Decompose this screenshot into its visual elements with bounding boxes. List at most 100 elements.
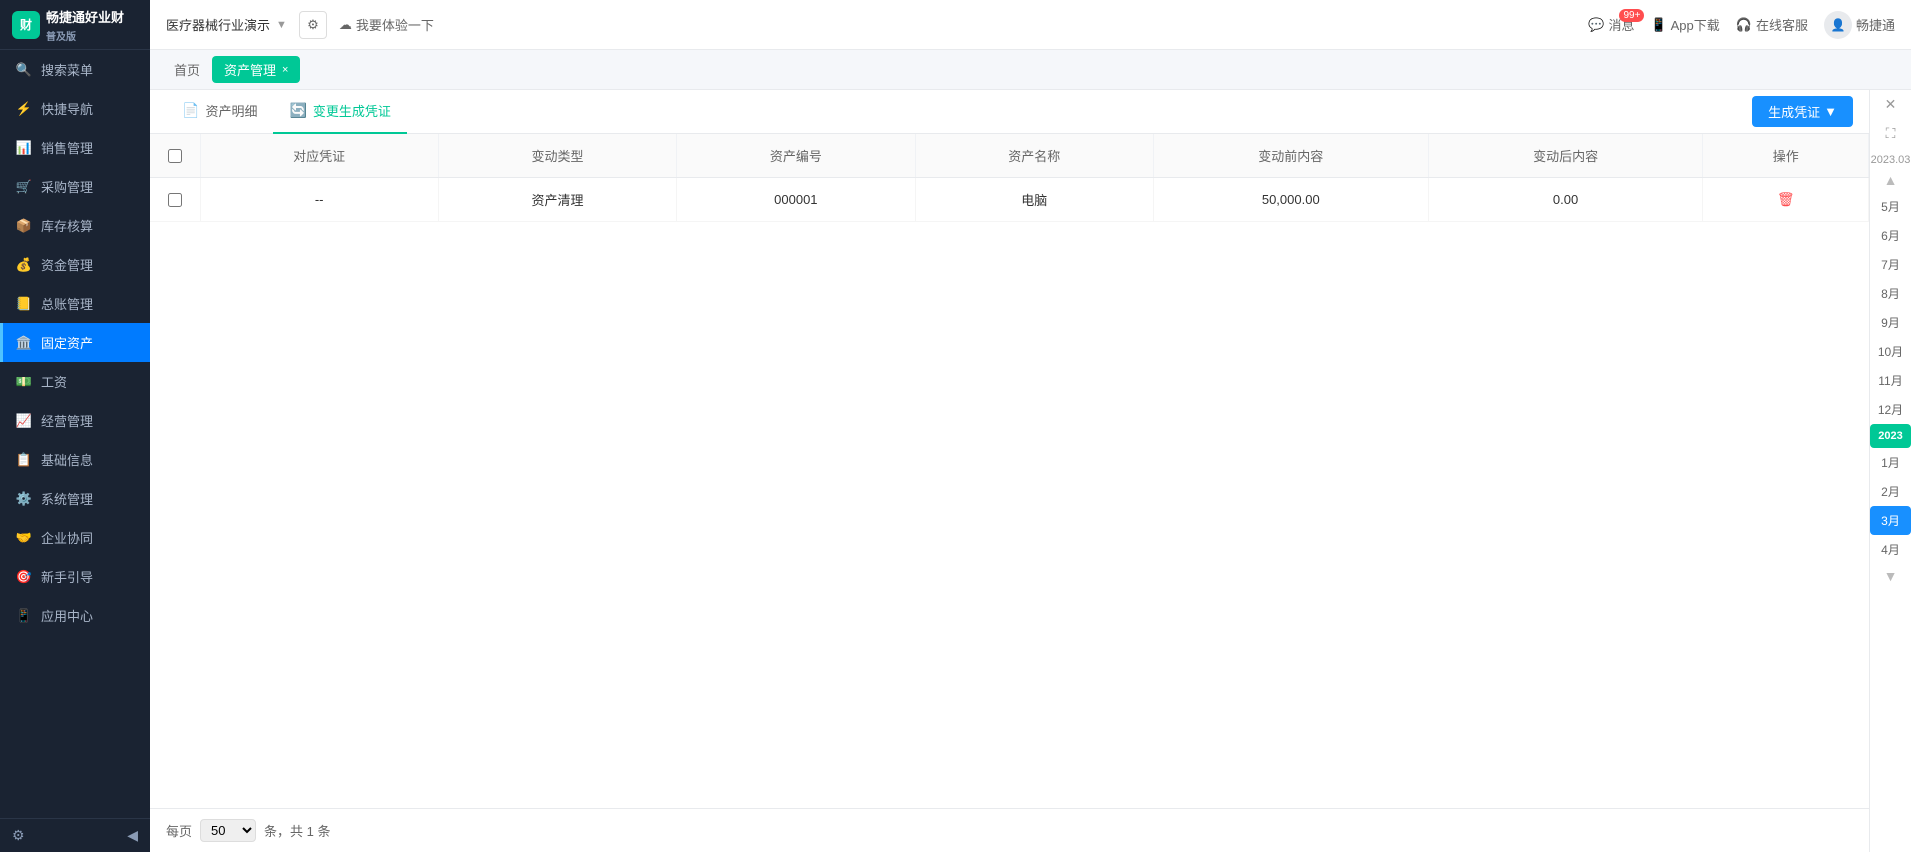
sales-icon: 📊 <box>15 140 33 156</box>
management-icon: 📈 <box>15 413 33 429</box>
sidebar-bottom: ⚙ ◀ <box>0 818 150 852</box>
sidebar-item-enterprise[interactable]: 🤝 企业协同 <box>0 518 150 557</box>
sidebar-item-label: 经营管理 <box>41 411 93 430</box>
messages-button[interactable]: 💬 消息 99+ <box>1588 15 1634 34</box>
search-icon: 🔍 <box>15 62 33 78</box>
select-all-checkbox[interactable] <box>168 149 182 163</box>
year-tag[interactable]: 2023 <box>1870 424 1911 448</box>
row-checkbox[interactable] <box>168 193 182 207</box>
user-menu[interactable]: 👤 畅捷通 <box>1824 11 1895 39</box>
feedback-button[interactable]: ☁ 我要体验一下 <box>339 15 434 34</box>
month-7[interactable]: 7月 <box>1870 250 1911 279</box>
sidebar-item-label: 工资 <box>41 372 67 391</box>
settings-bottom-icon[interactable]: ⚙ <box>12 827 25 844</box>
headset-icon: 🎧 <box>1736 17 1752 33</box>
sidebar-item-search[interactable]: 🔍 搜索菜单 <box>0 50 150 89</box>
tab-asset-management[interactable]: 资产管理 × <box>212 56 300 83</box>
per-page-select[interactable]: 50 10 20 100 <box>200 819 256 842</box>
company-selector[interactable]: 医疗器械行业演示 ▼ <box>166 15 287 34</box>
month-11[interactable]: 11月 <box>1870 366 1911 395</box>
panel-close-button[interactable]: ✕ <box>1870 90 1911 119</box>
td-operation: 🗑 <box>1703 178 1869 222</box>
sidebar-item-label: 资金管理 <box>41 255 93 274</box>
th-change-type: 变动类型 <box>438 134 676 178</box>
feedback-label: 我要体验一下 <box>356 15 434 34</box>
sidebar-item-label: 固定资产 <box>41 333 93 352</box>
gear-icon: ⚙ <box>307 17 319 33</box>
sidebar-item-funds[interactable]: 💰 资金管理 <box>0 245 150 284</box>
month-1[interactable]: 1月 <box>1870 448 1911 477</box>
sidebar-item-label: 系统管理 <box>41 489 93 508</box>
table-header-row: 对应凭证 变动类型 资产编号 资产名称 变动前内容 变动后内容 操作 <box>150 134 1869 178</box>
sidebar-item-fixed-assets[interactable]: 🏛️ 固定资产 <box>0 323 150 362</box>
month-12[interactable]: 12月 <box>1870 395 1911 424</box>
th-voucher: 对应凭证 <box>200 134 438 178</box>
phone-icon: 📱 <box>1650 17 1666 33</box>
generate-btn-label: 生成凭证 <box>1768 102 1820 121</box>
month-6[interactable]: 6月 <box>1870 221 1911 250</box>
td-change-type: 资产清理 <box>438 178 676 222</box>
basic-info-icon: 📋 <box>15 452 33 468</box>
main-area: 医疗器械行业演示 ▼ ⚙ ☁ 我要体验一下 💬 消息 99+ 📱 App下载 🎧… <box>150 0 1911 852</box>
collapse-icon[interactable]: ◀ <box>127 827 138 844</box>
sidebar-item-sales[interactable]: 📊 销售管理 <box>0 128 150 167</box>
sub-tab-label: 变更生成凭证 <box>313 101 391 120</box>
th-asset-name: 资产名称 <box>915 134 1153 178</box>
header-right: 💬 消息 99+ 📱 App下载 🎧 在线客服 👤 畅捷通 <box>1588 11 1895 39</box>
th-after-change: 变动后内容 <box>1428 134 1703 178</box>
sidebar-item-app-center[interactable]: 📱 应用中心 <box>0 596 150 635</box>
scroll-down-button[interactable]: ▼ <box>1870 564 1911 588</box>
settings-button[interactable]: ⚙ <box>299 11 327 39</box>
logo-title: 畅捷通好业财 <box>46 7 124 26</box>
sidebar-item-label: 基础信息 <box>41 450 93 469</box>
generate-voucher-button[interactable]: 生成凭证 ▼ <box>1752 96 1853 127</box>
td-after-change: 0.00 <box>1428 178 1703 222</box>
customer-service-label: 在线客服 <box>1756 15 1808 34</box>
tab-generate-voucher[interactable]: 🔄 变更生成凭证 <box>273 90 406 134</box>
sidebar-item-payroll[interactable]: 💵 工资 <box>0 362 150 401</box>
sidebar-item-purchase[interactable]: 🛒 采购管理 <box>0 167 150 206</box>
sidebar-item-inventory[interactable]: 📦 库存核算 <box>0 206 150 245</box>
sidebar-item-system[interactable]: ⚙️ 系统管理 <box>0 479 150 518</box>
payroll-icon: 💵 <box>15 374 33 390</box>
tab-asset-detail[interactable]: 📄 资产明细 <box>166 90 273 134</box>
inventory-icon: 📦 <box>15 218 33 234</box>
sub-tab-label: 资产明细 <box>205 101 257 120</box>
pagination: 每页 50 10 20 100 条，共 1 条 <box>150 808 1869 852</box>
month-4[interactable]: 4月 <box>1870 535 1911 564</box>
month-5[interactable]: 5月 <box>1870 192 1911 221</box>
month-8[interactable]: 8月 <box>1870 279 1911 308</box>
scroll-up-button[interactable]: ▲ <box>1870 168 1911 192</box>
per-page-label: 每页 <box>166 821 192 840</box>
month-3[interactable]: 3月 <box>1870 506 1911 535</box>
sidebar-item-guide[interactable]: 🎯 新手引导 <box>0 557 150 596</box>
sidebar-item-management[interactable]: 📈 经营管理 <box>0 401 150 440</box>
customer-service-button[interactable]: 🎧 在线客服 <box>1736 15 1808 34</box>
month-10[interactable]: 10月 <box>1870 337 1911 366</box>
logo-text-wrapper: 畅捷通好业财 普及版 <box>46 7 124 43</box>
td-before-change: 50,000.00 <box>1153 178 1428 222</box>
sidebar-nav: 🔍 搜索菜单 ⚡ 快捷导航 📊 销售管理 🛒 采购管理 📦 库存核算 💰 资金管… <box>0 50 150 818</box>
generate-voucher-icon: 🔄 <box>289 102 306 119</box>
app-download-button[interactable]: 📱 App下载 <box>1650 15 1719 34</box>
sidebar-item-label: 库存核算 <box>41 216 93 235</box>
year-label: 2023.03 <box>1869 148 1911 168</box>
feedback-icon: ☁ <box>339 17 352 33</box>
enterprise-icon: 🤝 <box>15 530 33 546</box>
message-icon: 💬 <box>1588 17 1604 33</box>
panel-expand-button[interactable]: ⛶ <box>1870 119 1911 148</box>
sidebar-item-basic-info[interactable]: 📋 基础信息 <box>0 440 150 479</box>
table-row: -- 资产清理 000001 电脑 50,000.00 0.00 🗑 <box>150 178 1869 222</box>
delete-icon[interactable]: 🗑 <box>1777 191 1795 207</box>
td-voucher: -- <box>200 178 438 222</box>
app-download-label: App下载 <box>1671 15 1720 34</box>
logo-icon: 财 <box>12 11 40 39</box>
company-name: 医疗器械行业演示 <box>166 15 270 34</box>
sidebar-item-ledger[interactable]: 📒 总账管理 <box>0 284 150 323</box>
month-2[interactable]: 2月 <box>1870 477 1911 506</box>
month-9[interactable]: 9月 <box>1870 308 1911 337</box>
sidebar-item-quick-nav[interactable]: ⚡ 快捷导航 <box>0 89 150 128</box>
tab-close-icon[interactable]: × <box>282 64 288 76</box>
sidebar-item-label: 快捷导航 <box>41 99 93 118</box>
tab-home[interactable]: 首页 <box>166 60 208 79</box>
